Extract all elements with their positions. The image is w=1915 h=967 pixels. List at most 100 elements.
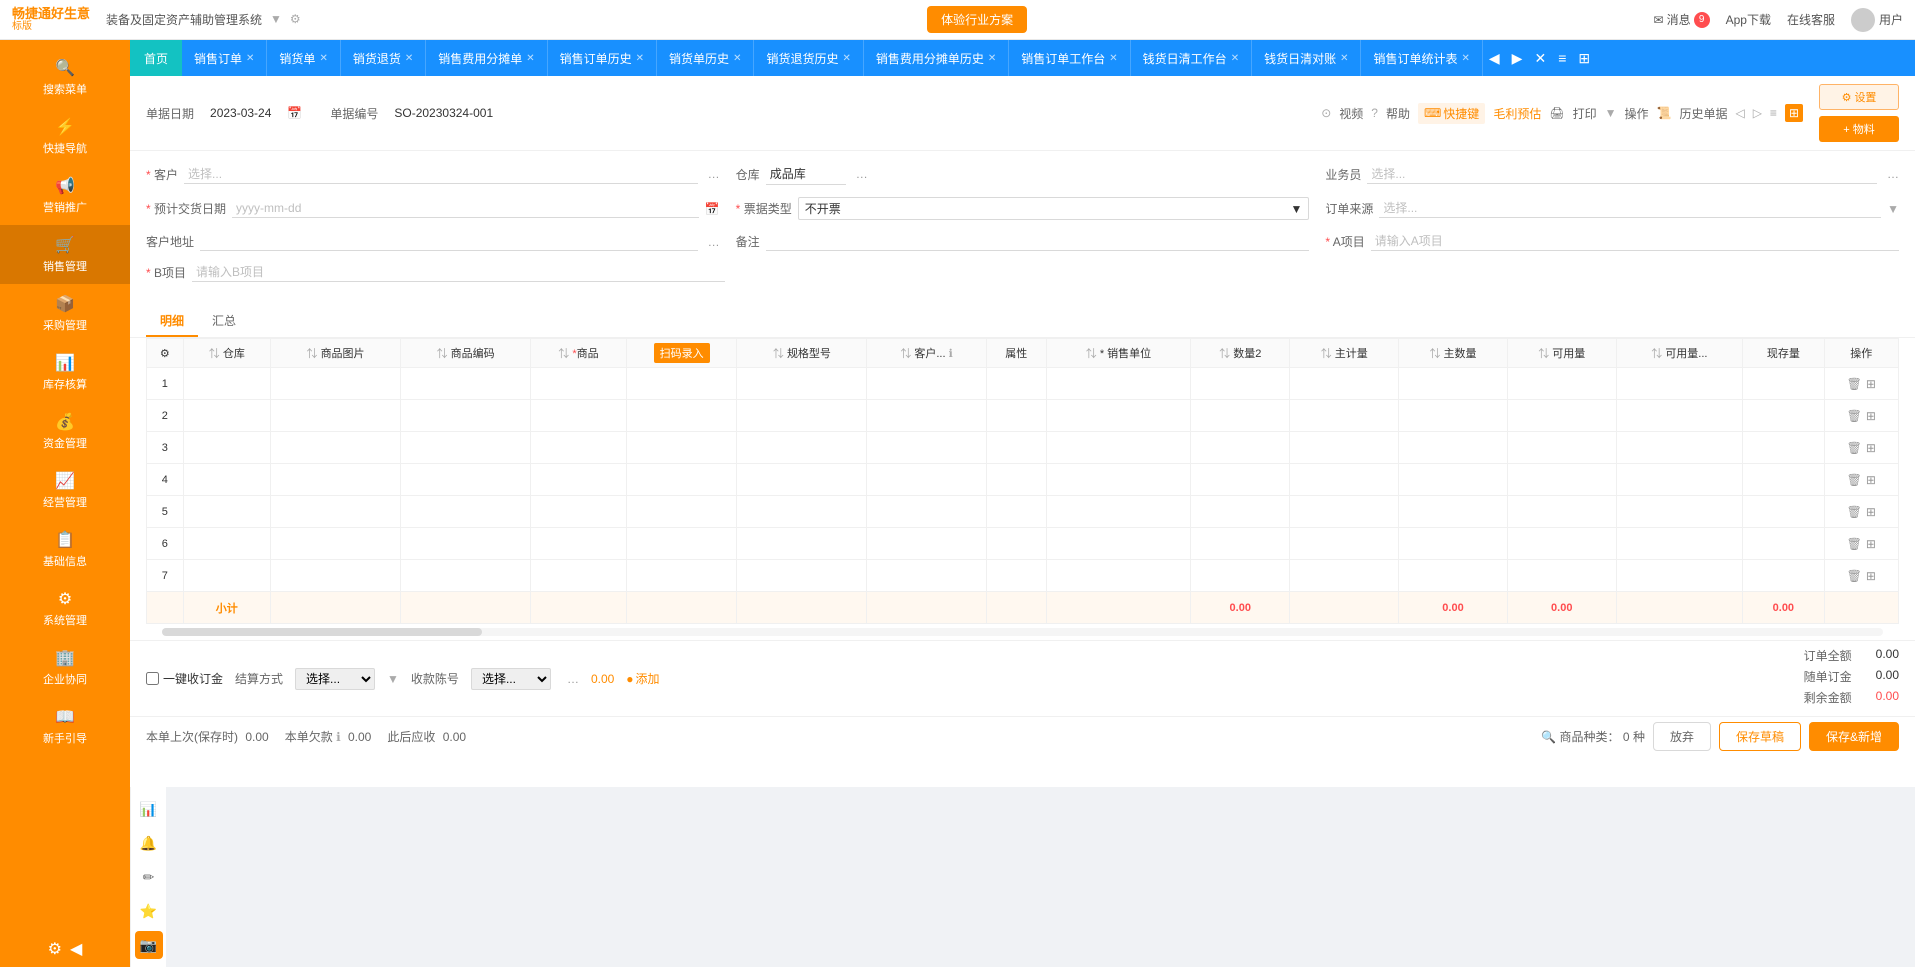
- row-4-copy-icon[interactable]: ⊞: [1866, 473, 1876, 487]
- row-1-customer-code[interactable]: [867, 368, 986, 400]
- sidebar-item-inventory[interactable]: 📊 库存核算: [0, 343, 130, 402]
- row-5-delete-icon[interactable]: 🗑: [1847, 505, 1862, 519]
- salesperson-more-icon[interactable]: …: [1887, 167, 1899, 181]
- profit-btn[interactable]: 毛利预估: [1493, 105, 1541, 122]
- one-click-checkbox[interactable]: 一键收订金: [146, 670, 223, 687]
- tab-order-workbench[interactable]: 销售订单工作台 ✕: [1009, 40, 1130, 76]
- warehouse-more-icon[interactable]: …: [856, 167, 868, 181]
- close-icon[interactable]: ✕: [636, 53, 644, 64]
- tab-sales-return[interactable]: 销货退货 ✕: [341, 40, 426, 76]
- row-2-customer-code[interactable]: [867, 400, 986, 432]
- row-1-warehouse[interactable]: [183, 368, 270, 400]
- row-2-warehouse[interactable]: [183, 400, 270, 432]
- row-1-code[interactable]: [401, 368, 531, 400]
- discard-btn[interactable]: 放弃: [1653, 722, 1711, 751]
- close-icon[interactable]: ✕: [988, 53, 996, 64]
- form-settings-btn[interactable]: ⚙ 设置: [1819, 84, 1899, 110]
- order-source-input[interactable]: [1379, 199, 1881, 218]
- sidebar-item-guide[interactable]: 📖 新手引导: [0, 697, 130, 756]
- app-download-btn[interactable]: App下载: [1726, 11, 1771, 28]
- sidebar-collapse-icon[interactable]: ◀: [70, 939, 82, 959]
- row-1-delete-icon[interactable]: 🗑: [1847, 377, 1862, 391]
- row-1-main-qty[interactable]: [1399, 368, 1508, 400]
- history-btn[interactable]: 历史单据: [1679, 105, 1727, 122]
- row-1-attr[interactable]: [986, 368, 1046, 400]
- tab-expand-btn[interactable]: ⊞: [1572, 50, 1596, 67]
- row-2-product[interactable]: [531, 400, 627, 432]
- tab-close-btn[interactable]: ✕: [1528, 50, 1552, 67]
- tab-sales-fee[interactable]: 销售费用分摊单 ✕: [426, 40, 547, 76]
- right-sidebar-camera-icon[interactable]: 📷: [135, 931, 163, 959]
- dropdown-icon[interactable]: ▼: [270, 12, 282, 26]
- row-2-qty2[interactable]: [1191, 400, 1290, 432]
- row-2-spec[interactable]: [737, 400, 867, 432]
- row-1-qty2[interactable]: [1191, 368, 1290, 400]
- close-icon[interactable]: ✕: [1109, 53, 1117, 64]
- receipt-more-icon[interactable]: …: [567, 672, 579, 686]
- tab-invoice-history[interactable]: 销货单历史 ✕: [657, 40, 754, 76]
- expand-icon[interactable]: ⊞: [1785, 104, 1803, 122]
- a-project-input[interactable]: [1371, 232, 1899, 251]
- close-icon[interactable]: ✕: [526, 53, 534, 64]
- receipt-select[interactable]: 选择...: [471, 668, 551, 690]
- row-6-copy-icon[interactable]: ⊞: [1866, 537, 1876, 551]
- calendar-icon-2[interactable]: 📅: [705, 202, 720, 216]
- sidebar-item-purchase[interactable]: 📦 采购管理: [0, 284, 130, 343]
- close-icon[interactable]: ✕: [405, 53, 413, 64]
- settings-icon[interactable]: ⚙: [290, 12, 301, 26]
- row-2-delete-icon[interactable]: 🗑: [1847, 409, 1862, 423]
- grid-icon[interactable]: ≡: [1770, 106, 1777, 120]
- sidebar-item-sales[interactable]: 🛒 销售管理: [0, 225, 130, 284]
- tab-prev-btn[interactable]: ◀: [1483, 50, 1506, 67]
- close-icon[interactable]: ✕: [842, 53, 850, 64]
- col-scan[interactable]: 扫码录入: [626, 339, 737, 368]
- row-1-main-uom[interactable]: [1290, 368, 1399, 400]
- row-2-attr[interactable]: [986, 400, 1046, 432]
- delivery-date-input[interactable]: [232, 199, 699, 218]
- calendar-icon[interactable]: 📅: [287, 106, 302, 120]
- row-7-delete-icon[interactable]: 🗑: [1847, 569, 1862, 583]
- tab-sales-order-history[interactable]: 销售订单历史 ✕: [548, 40, 657, 76]
- salesperson-input[interactable]: [1367, 165, 1877, 184]
- row-3-delete-icon[interactable]: 🗑: [1847, 441, 1862, 455]
- tab-order-stats[interactable]: 销售订单统计表 ✕: [1361, 40, 1482, 76]
- row-6-delete-icon[interactable]: 🗑: [1847, 537, 1862, 551]
- row-2-main-uom[interactable]: [1290, 400, 1399, 432]
- sidebar-item-marketing[interactable]: 📢 营销推广: [0, 166, 130, 225]
- row-3-copy-icon[interactable]: ⊞: [1866, 441, 1876, 455]
- tab-detail[interactable]: 明细: [146, 306, 198, 337]
- close-icon[interactable]: ✕: [246, 53, 254, 64]
- notes-input[interactable]: [766, 232, 1310, 251]
- row-4-delete-icon[interactable]: 🗑: [1847, 473, 1862, 487]
- message-btn[interactable]: ✉ 消息 9: [1654, 11, 1710, 28]
- add-product-btn[interactable]: + 物料: [1819, 116, 1899, 142]
- row-1-spec[interactable]: [737, 368, 867, 400]
- tab-menu-btn[interactable]: ≡: [1552, 50, 1572, 66]
- help-btn[interactable]: 帮助: [1386, 105, 1410, 122]
- close-icon[interactable]: ✕: [733, 53, 741, 64]
- online-service-btn[interactable]: 在线客服: [1787, 11, 1835, 28]
- invoice-type-select[interactable]: 不开票 ▼: [798, 197, 1310, 220]
- tab-daily-workbench[interactable]: 钱货日清工作台 ✕: [1131, 40, 1252, 76]
- operations-btn[interactable]: 操作: [1624, 105, 1648, 122]
- chevron-down-icon[interactable]: ▼: [1605, 106, 1617, 120]
- right-sidebar-chart-icon[interactable]: 📊: [135, 795, 163, 823]
- scrollbar-thumb[interactable]: [162, 628, 482, 636]
- print-btn[interactable]: 打印: [1573, 105, 1597, 122]
- horizontal-scrollbar[interactable]: [162, 628, 1883, 636]
- tab-sales-order[interactable]: 销售订单 ✕: [182, 40, 267, 76]
- scan-btn[interactable]: 扫码录入: [654, 343, 710, 363]
- save-draft-btn[interactable]: 保存草稿: [1719, 722, 1801, 751]
- save-new-btn[interactable]: 保存&新增: [1809, 722, 1899, 751]
- close-icon[interactable]: ✕: [1462, 53, 1470, 64]
- payment-select[interactable]: 选择...: [295, 668, 375, 690]
- address-more-icon[interactable]: …: [708, 235, 720, 249]
- view-btn[interactable]: 视频: [1339, 105, 1363, 122]
- nav-next-icon[interactable]: ▷: [1753, 106, 1762, 120]
- row-2-copy-icon[interactable]: ⊞: [1866, 409, 1876, 423]
- close-icon[interactable]: ✕: [319, 53, 327, 64]
- shortcuts-btn[interactable]: ⌨ 快捷键: [1418, 103, 1485, 124]
- col-settings[interactable]: ⚙: [147, 339, 184, 368]
- sidebar-item-basic[interactable]: 📋 基础信息: [0, 520, 130, 579]
- tab-daily-reconcile[interactable]: 钱货日清对账 ✕: [1252, 40, 1361, 76]
